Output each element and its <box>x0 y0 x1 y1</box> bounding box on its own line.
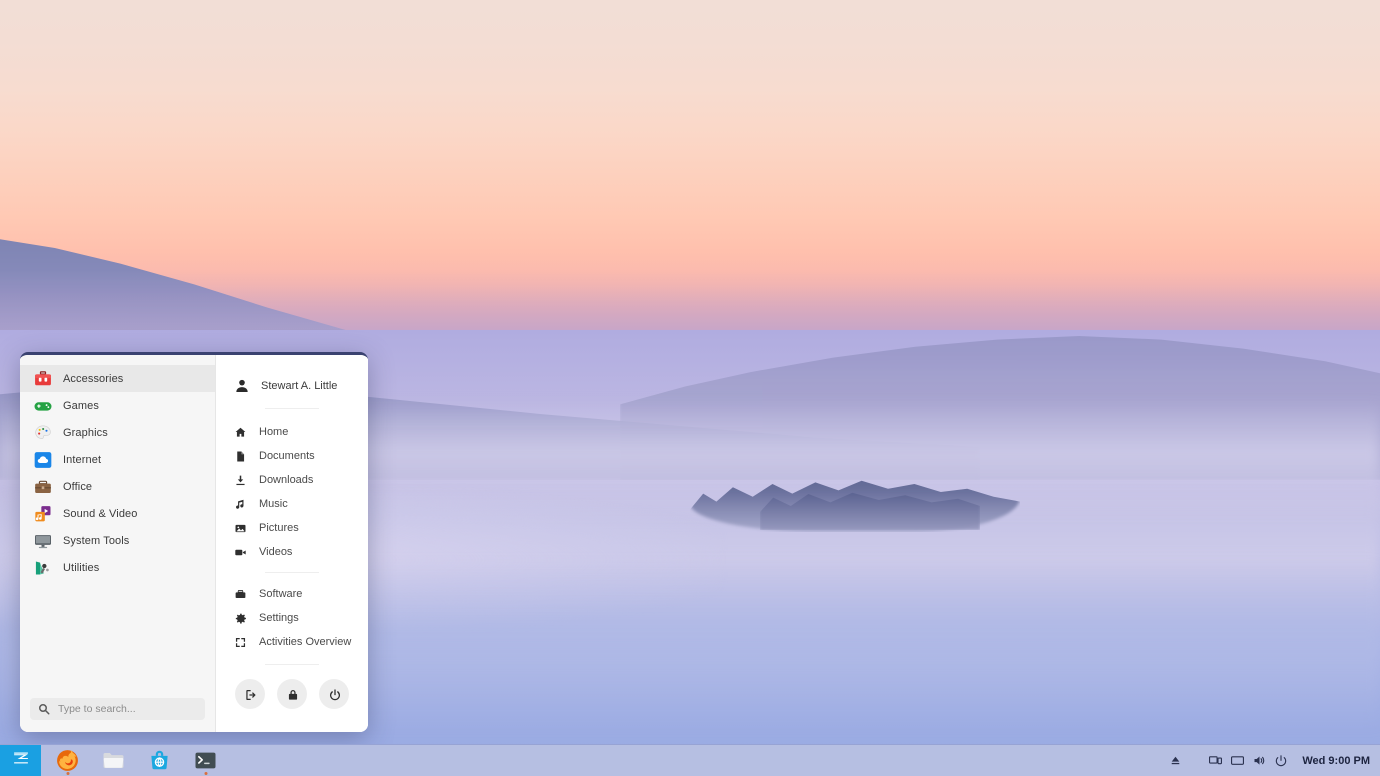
search-icon <box>38 703 51 716</box>
power-tray-icon[interactable] <box>1270 745 1292 776</box>
eject-icon[interactable] <box>1164 745 1186 776</box>
firefox-icon <box>55 748 80 773</box>
category-label: Office <box>63 481 92 493</box>
place-item-label: Downloads <box>259 474 313 486</box>
category-label: Accessories <box>63 373 123 385</box>
category-item-system-tools[interactable]: System Tools <box>20 527 215 554</box>
category-label: System Tools <box>63 535 129 547</box>
user-avatar-icon <box>234 378 250 394</box>
system-item-label: Activities Overview <box>259 636 351 648</box>
media-icon <box>33 504 53 524</box>
category-item-office[interactable]: Office <box>20 473 215 500</box>
place-item-documents[interactable]: Documents <box>234 444 368 468</box>
launcher-terminal[interactable] <box>183 745 228 776</box>
terminal-icon <box>193 748 218 773</box>
monitor-tray-icon[interactable] <box>1226 745 1248 776</box>
user-name: Stewart A. Little <box>261 380 337 392</box>
launcher-software[interactable] <box>137 745 182 776</box>
running-indicator <box>66 772 69 775</box>
search-area <box>20 688 215 732</box>
taskbar: Wed 9:00 PM <box>0 744 1380 776</box>
menu-category-pane: Accessories Games Graphics Internet Office So… <box>20 355 216 732</box>
place-item-label: Videos <box>259 546 292 558</box>
home-icon <box>234 426 247 439</box>
category-label: Graphics <box>63 427 108 439</box>
lock-icon <box>286 688 299 701</box>
running-indicator <box>204 772 207 775</box>
gear-icon <box>234 612 247 625</box>
utilities-icon <box>33 558 53 578</box>
video-camera-icon <box>234 546 247 559</box>
gamepad-icon <box>33 396 53 416</box>
category-item-sound-video[interactable]: Sound & Video <box>20 500 215 527</box>
category-item-internet[interactable]: Internet <box>20 446 215 473</box>
palette-icon <box>33 423 53 443</box>
place-item-downloads[interactable]: Downloads <box>234 468 368 492</box>
music-note-icon <box>234 498 247 511</box>
power-button[interactable] <box>319 679 349 709</box>
cloud-icon <box>33 450 53 470</box>
place-item-pictures[interactable]: Pictures <box>234 516 368 540</box>
category-label: Internet <box>63 454 101 466</box>
system-item-software[interactable]: Software <box>234 582 368 606</box>
category-item-utilities[interactable]: Utilities <box>20 554 215 581</box>
category-label: Sound & Video <box>63 508 138 520</box>
document-icon <box>234 450 247 463</box>
lock-button[interactable] <box>277 679 307 709</box>
place-item-music[interactable]: Music <box>234 492 368 516</box>
tablet-icon[interactable] <box>1204 745 1226 776</box>
start-button[interactable] <box>0 745 41 776</box>
places-list: Home Documents Downloads Music Pictures Video… <box>216 409 368 564</box>
user-row[interactable]: Stewart A. Little <box>216 355 368 399</box>
software-store-icon <box>147 748 172 773</box>
download-icon <box>234 474 247 487</box>
system-list: Software Settings Activities Overview <box>216 573 368 654</box>
logout-icon <box>244 688 257 701</box>
application-menu: Accessories Games Graphics Internet Office So… <box>20 352 368 732</box>
log-out-button[interactable] <box>235 679 265 709</box>
briefcase-solid-icon <box>234 588 247 601</box>
place-item-videos[interactable]: Videos <box>234 540 368 564</box>
system-item-label: Software <box>259 588 302 600</box>
place-item-home[interactable]: Home <box>234 420 368 444</box>
system-item-activities-overview[interactable]: Activities Overview <box>234 630 368 654</box>
launcher-firefox[interactable] <box>45 745 90 776</box>
system-tray: Wed 9:00 PM <box>1164 745 1380 776</box>
category-label: Utilities <box>63 562 99 574</box>
image-icon <box>234 522 247 535</box>
search-box[interactable] <box>30 698 205 720</box>
search-input[interactable] <box>58 703 197 715</box>
file-manager-icon <box>101 748 126 773</box>
place-item-label: Home <box>259 426 288 438</box>
briefcase-icon <box>33 477 53 497</box>
power-icon <box>328 688 341 701</box>
launcher-files[interactable] <box>91 745 136 776</box>
expand-icon <box>234 636 247 649</box>
system-item-settings[interactable]: Settings <box>234 606 368 630</box>
monitor-icon <box>33 531 53 551</box>
place-item-label: Pictures <box>259 522 299 534</box>
category-item-graphics[interactable]: Graphics <box>20 419 215 446</box>
category-item-games[interactable]: Games <box>20 392 215 419</box>
place-item-label: Music <box>259 498 288 510</box>
category-label: Games <box>63 400 99 412</box>
session-actions <box>216 665 368 709</box>
speaker-icon[interactable] <box>1248 745 1270 776</box>
launcher-list <box>41 745 228 776</box>
place-item-label: Documents <box>259 450 315 462</box>
system-item-label: Settings <box>259 612 299 624</box>
menu-places-pane: Stewart A. Little Home Documents Downloads… <box>216 355 368 732</box>
zorin-logo-icon <box>10 747 32 774</box>
category-list: Accessories Games Graphics Internet Office So… <box>20 355 215 688</box>
category-item-accessories[interactable]: Accessories <box>20 365 215 392</box>
toolbox-icon <box>33 369 53 389</box>
clock[interactable]: Wed 9:00 PM <box>1292 755 1370 767</box>
